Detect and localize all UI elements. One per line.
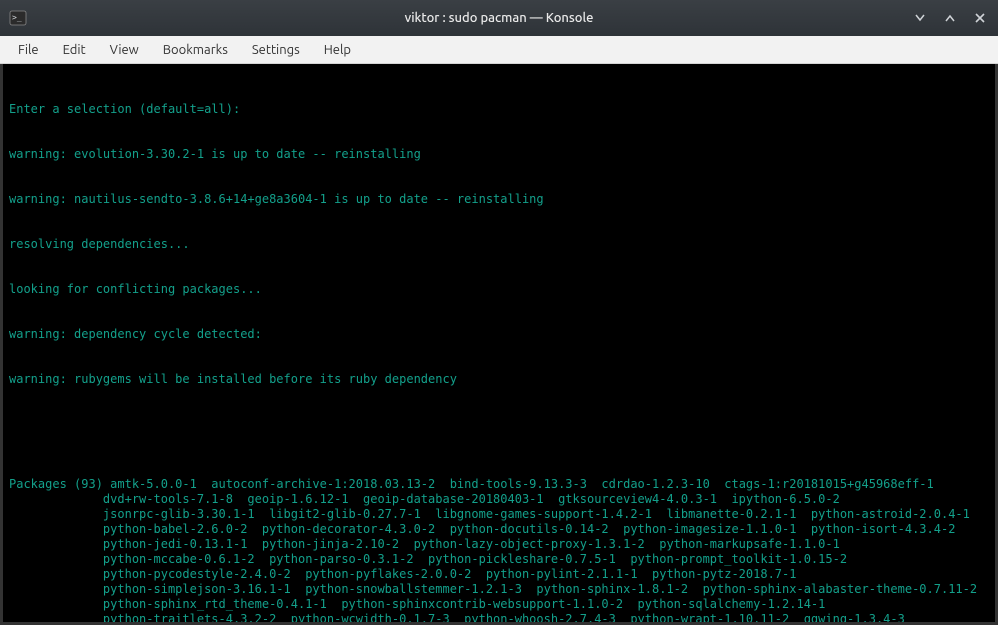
titlebar[interactable]: >_ viktor : sudo pacman — Konsole — [0, 0, 998, 36]
package-line: python-babel-2.6.0-2 python-decorator-4.… — [9, 522, 989, 537]
line-warn-rubygems: warning: rubygems will be installed befo… — [9, 372, 989, 387]
line-warn-cycle: warning: dependency cycle detected: — [9, 327, 989, 342]
menu-help[interactable]: Help — [312, 39, 363, 61]
menu-file[interactable]: File — [6, 39, 51, 61]
menu-edit[interactable]: Edit — [51, 39, 98, 61]
svg-text:>_: >_ — [12, 13, 22, 22]
maximize-button[interactable] — [938, 6, 962, 30]
menu-bookmarks[interactable]: Bookmarks — [151, 39, 240, 61]
package-line: python-traitlets-4.3.2-2 python-wcwidth-… — [9, 612, 989, 625]
terminal-app-icon: >_ — [8, 8, 28, 28]
konsole-window: >_ viktor : sudo pacman — Konsole File E… — [0, 0, 998, 625]
line-selection: Enter a selection (default=all): — [9, 102, 989, 117]
packages-header: Packages (93) — [9, 477, 103, 491]
blank-1 — [9, 417, 989, 432]
terminal-viewport[interactable]: Enter a selection (default=all): warning… — [0, 64, 998, 625]
package-line: python-simplejson-3.16.1-1 python-snowba… — [9, 582, 989, 597]
close-button[interactable] — [968, 6, 992, 30]
line-look: looking for conflicting packages... — [9, 282, 989, 297]
package-line: python-pycodestyle-2.4.0-2 python-pyflak… — [9, 567, 989, 582]
package-line: python-jedi-0.13.1-1 python-jinja-2.10-2… — [9, 537, 989, 552]
package-line: python-mccabe-0.6.1-2 python-parso-0.3.1… — [9, 552, 989, 567]
window-title: viktor : sudo pacman — Konsole — [405, 11, 594, 25]
line-warn-nautilus: warning: nautilus-sendto-3.8.6+14+ge8a36… — [9, 192, 989, 207]
package-line: python-sphinx_rtd_theme-0.4.1-1 python-s… — [9, 597, 989, 612]
line-resolve: resolving dependencies... — [9, 237, 989, 252]
package-line: Packages (93) amtk-5.0.0-1 autoconf-arch… — [9, 477, 989, 492]
minimize-button[interactable] — [908, 6, 932, 30]
package-line: jsonrpc-glib-3.30.1-1 libgit2-glib-0.27.… — [9, 507, 989, 522]
window-controls — [908, 6, 992, 30]
packages-block: Packages (93) amtk-5.0.0-1 autoconf-arch… — [9, 477, 989, 625]
package-line: dvd+rw-tools-7.1-8 geoip-1.6.12-1 geoip-… — [9, 492, 989, 507]
menu-settings[interactable]: Settings — [240, 39, 312, 61]
menu-view[interactable]: View — [98, 39, 151, 61]
menubar: File Edit View Bookmarks Settings Help — [0, 36, 998, 64]
line-warn-evolution: warning: evolution-3.30.2-1 is up to dat… — [9, 147, 989, 162]
